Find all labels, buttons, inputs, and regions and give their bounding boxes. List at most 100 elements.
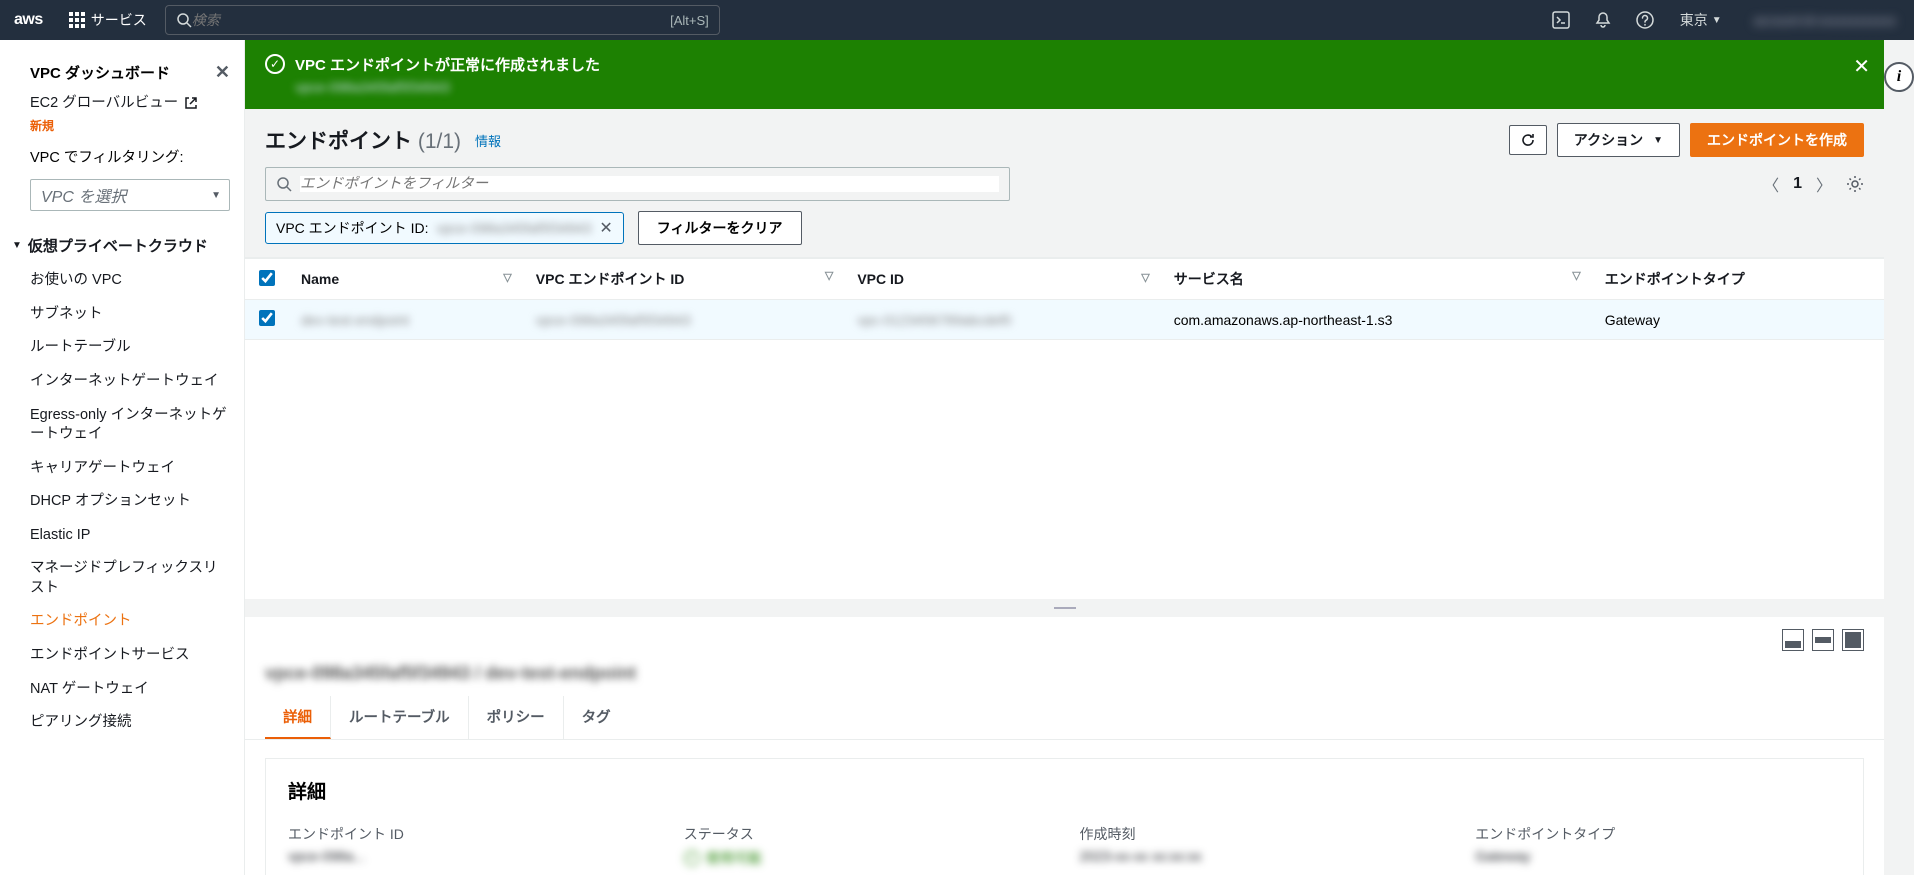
- services-label: サービス: [91, 10, 147, 30]
- topnav-right: 東京 ▼ account-id-xxxxxxxxxxxx: [1540, 0, 1914, 40]
- sidebar-item[interactable]: ピアリング接続: [0, 706, 244, 740]
- external-link-icon: [184, 96, 198, 110]
- settings-icon[interactable]: [1846, 175, 1864, 193]
- sidebar-item[interactable]: キャリアゲートウェイ: [0, 452, 244, 486]
- col-name[interactable]: Name▽: [289, 258, 524, 300]
- endpoints-table: Name▽ VPC エンドポイント ID▽ VPC ID▽ サービス名▽ エンド…: [245, 257, 1884, 340]
- check-circle-icon: ✓: [265, 54, 285, 74]
- actions-dropdown[interactable]: アクション: [1557, 123, 1680, 157]
- table-row[interactable]: dev-test-endpoint vpce-098a345faf5f34943…: [245, 300, 1884, 340]
- search-icon: [176, 12, 192, 28]
- header-actions: アクション エンドポイントを作成: [1509, 123, 1864, 157]
- cloudshell-icon[interactable]: [1540, 0, 1582, 40]
- region-selector[interactable]: 東京 ▼: [1666, 10, 1736, 30]
- search-box[interactable]: [Alt+S]: [165, 5, 720, 35]
- refresh-button[interactable]: [1509, 125, 1547, 155]
- sidebar-item[interactable]: Egress-only インターネットゲートウェイ: [0, 399, 244, 452]
- chip-remove-icon[interactable]: ✕: [599, 218, 612, 238]
- field-value: 使用可能: [684, 848, 1050, 868]
- detail-field: ステータス 使用可能: [684, 824, 1050, 868]
- tab[interactable]: タグ: [564, 696, 629, 739]
- filter-input[interactable]: [300, 176, 999, 192]
- chip-label: VPC エンドポイント ID:: [276, 218, 428, 238]
- sidebar-item[interactable]: DHCP オプションセット: [0, 485, 244, 519]
- field-label: エンドポイントタイプ: [1475, 824, 1841, 844]
- services-menu[interactable]: サービス: [57, 0, 159, 40]
- sort-icon: ▽: [1572, 269, 1580, 282]
- cell-type: Gateway: [1593, 300, 1884, 340]
- account-menu[interactable]: account-id-xxxxxxxxxxxx: [1736, 13, 1914, 28]
- detail-card-title: 詳細: [288, 777, 1841, 804]
- sidebar-ec2-global[interactable]: EC2 グローバルビュー: [0, 87, 244, 119]
- split-handle[interactable]: [245, 599, 1884, 617]
- filter-chip: VPC エンドポイント ID: vpce-098a345faf5f34943 ✕: [265, 212, 624, 244]
- top-nav: aws サービス [Alt+S] 東京 ▼ account-id-xxxxxxx…: [0, 0, 1914, 40]
- active-filters: VPC エンドポイント ID: vpce-098a345faf5f34943 ✕…: [245, 211, 1884, 257]
- sidebar-item[interactable]: エンドポイントサービス: [0, 639, 244, 673]
- sidebar: VPC ダッシュボード ✕ EC2 グローバルビュー 新規 VPC でフィルタリ…: [0, 40, 245, 875]
- search-icon: [276, 176, 292, 192]
- clear-filters-button[interactable]: フィルターをクリア: [638, 211, 802, 245]
- vpc-filter-label: VPC でフィルタリング:: [0, 140, 244, 173]
- sidebar-dashboard-link[interactable]: VPC ダッシュボード: [30, 62, 170, 83]
- sidebar-item[interactable]: Elastic IP: [0, 519, 244, 553]
- search-input[interactable]: [192, 12, 670, 28]
- row-checkbox[interactable]: [259, 310, 275, 326]
- info-link[interactable]: 情報: [475, 131, 501, 150]
- sidebar-item[interactable]: お使いの VPC: [0, 264, 244, 298]
- sidebar-item[interactable]: インターネットゲートウェイ: [0, 365, 244, 399]
- flash-subtitle: vpce-098a345faf5f34943: [295, 79, 600, 95]
- sidebar-item[interactable]: マネージドプレフィックスリスト: [0, 552, 244, 605]
- aws-logo[interactable]: aws: [0, 11, 57, 29]
- sidebar-ec2-global-label: EC2 グローバルビュー: [30, 93, 178, 113]
- col-type[interactable]: エンドポイントタイプ: [1593, 258, 1884, 300]
- select-all-checkbox[interactable]: [259, 270, 275, 286]
- flash-close-icon[interactable]: ✕: [1853, 54, 1870, 79]
- view-full[interactable]: [1842, 629, 1864, 651]
- detail-panel: vpce-098a345faf5f34943 / dev-test-endpoi…: [245, 617, 1884, 875]
- grid-icon: [69, 12, 85, 28]
- sort-icon: ▽: [503, 271, 511, 284]
- detail-tabs: 詳細ルートテーブルポリシータグ: [245, 696, 1884, 740]
- pager-next[interactable]: 〉: [1816, 172, 1832, 196]
- sort-icon: ▽: [825, 269, 833, 282]
- info-panel-toggle[interactable]: i: [1884, 62, 1914, 92]
- pager-prev[interactable]: 〈: [1763, 172, 1779, 196]
- field-label: ステータス: [684, 824, 1050, 844]
- cell-vpc-id[interactable]: vpc-0123456789abcdef0: [857, 312, 1011, 328]
- help-icon[interactable]: [1624, 0, 1666, 40]
- col-vpc-id[interactable]: VPC ID▽: [845, 258, 1161, 300]
- view-bottom[interactable]: [1782, 629, 1804, 651]
- notifications-icon[interactable]: [1582, 0, 1624, 40]
- view-toggles: [1782, 629, 1864, 651]
- sort-icon: ▽: [1141, 271, 1149, 284]
- detail-field: エンドポイント ID vpce-098a...: [288, 824, 654, 868]
- col-service-name[interactable]: サービス名▽: [1162, 258, 1593, 300]
- sidebar-item[interactable]: ルートテーブル: [0, 331, 244, 365]
- cell-endpoint-id[interactable]: vpce-098a345faf5f34943: [536, 312, 691, 328]
- col-endpoint-id[interactable]: VPC エンドポイント ID▽: [524, 258, 846, 300]
- filter-row: 〈 1 〉: [245, 167, 1884, 211]
- view-split[interactable]: [1812, 629, 1834, 651]
- tab[interactable]: ポリシー: [469, 696, 564, 739]
- create-label: エンドポイントを作成: [1707, 130, 1847, 150]
- tab[interactable]: 詳細: [265, 696, 331, 739]
- actions-label: アクション: [1574, 130, 1643, 150]
- tab[interactable]: ルートテーブル: [331, 696, 469, 739]
- detail-card: 詳細 エンドポイント ID vpce-098a...ステータス 使用可能作成時刻…: [265, 758, 1864, 875]
- close-icon[interactable]: ✕: [215, 62, 230, 83]
- field-value: 2023-xx-xx xx:xx:xx: [1080, 848, 1446, 864]
- sidebar-item[interactable]: NAT ゲートウェイ: [0, 673, 244, 707]
- section-vpc[interactable]: 仮想プライベートクラウド: [0, 225, 244, 264]
- page-title: エンドポイント (1/1): [265, 125, 461, 155]
- page-header: エンドポイント (1/1) 情報 アクション エンドポイントを作成: [245, 109, 1884, 167]
- select-all-header[interactable]: [245, 258, 289, 300]
- vpc-select[interactable]: VPC を選択: [30, 179, 230, 211]
- sidebar-dashboard-row: VPC ダッシュボード ✕: [0, 58, 244, 87]
- sidebar-item[interactable]: エンドポイント: [0, 605, 244, 639]
- sidebar-item[interactable]: サブネット: [0, 298, 244, 332]
- create-endpoint-button[interactable]: エンドポイントを作成: [1690, 123, 1864, 157]
- filter-input-wrap[interactable]: [265, 167, 1010, 201]
- page-count: (1/1): [418, 130, 461, 153]
- detail-body: 詳細 エンドポイント ID vpce-098a...ステータス 使用可能作成時刻…: [245, 740, 1884, 875]
